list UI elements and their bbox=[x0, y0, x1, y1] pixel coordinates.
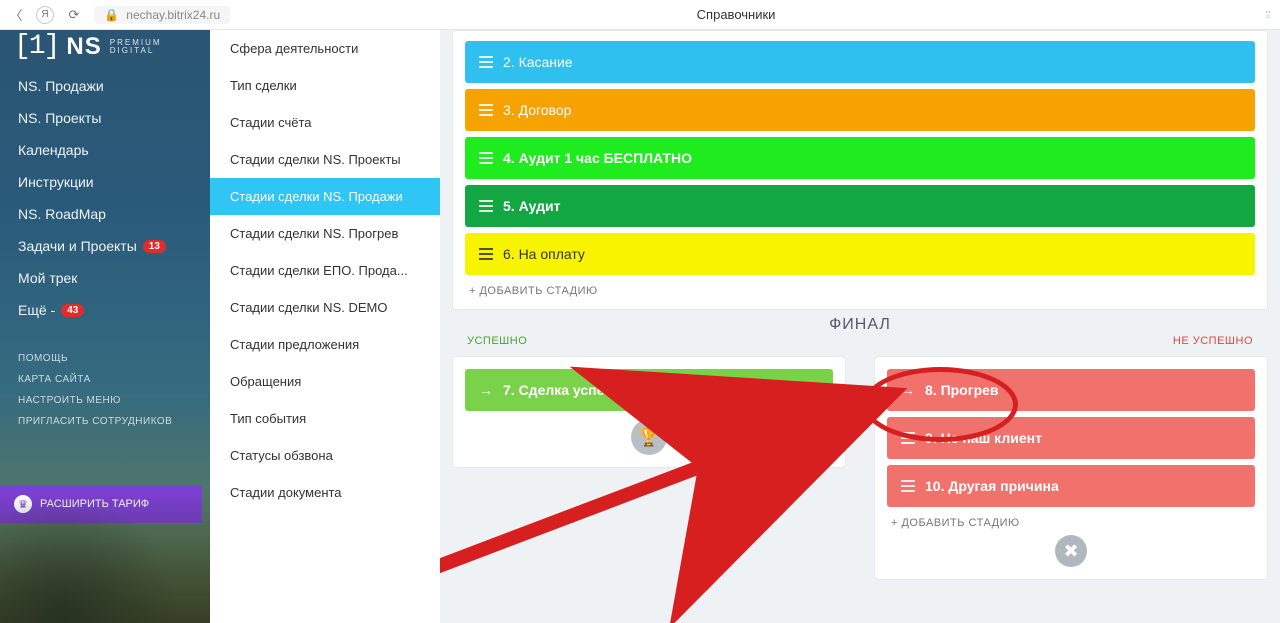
sub-item[interactable]: Стадии предложения bbox=[210, 326, 440, 363]
page-title: Справочники bbox=[230, 7, 1242, 22]
sub-item[interactable]: Стадии сделки NS. Продажи bbox=[210, 178, 440, 215]
reload-icon[interactable]: ⟳ bbox=[66, 7, 82, 23]
nav-item-mytrack[interactable]: Мой трек bbox=[0, 262, 210, 294]
nav-item-instructions[interactable]: Инструкции bbox=[0, 166, 210, 198]
drag-icon[interactable] bbox=[479, 248, 493, 260]
logo[interactable]: [1] NS PREMIUM DIGITAL bbox=[0, 30, 210, 64]
nav-footer: ПОМОЩЬ КАРТА САЙТА НАСТРОИТЬ МЕНЮ ПРИГЛА… bbox=[0, 342, 210, 438]
extend-tariff-button[interactable]: ♛ РАСШИРИТЬ ТАРИФ bbox=[0, 485, 202, 523]
success-label: УСПЕШНО bbox=[467, 335, 527, 347]
sub-item[interactable]: Обращения bbox=[210, 363, 440, 400]
stage-row[interactable]: 5. Аудит bbox=[465, 185, 1255, 227]
sub-item[interactable]: Сфера деятельности bbox=[210, 30, 440, 67]
nav-item-projects[interactable]: NS. Проекты bbox=[0, 102, 210, 134]
url-text: nechay.bitrix24.ru bbox=[126, 8, 220, 22]
stages-main-block: 2. Касание 3. Договор 4. Аудит 1 час БЕСПЛ… bbox=[452, 30, 1268, 310]
drag-icon[interactable] bbox=[479, 200, 493, 212]
trophy-icon: 🏆 bbox=[631, 419, 667, 455]
drag-icon[interactable] bbox=[901, 432, 915, 444]
badge-tasks: 13 bbox=[143, 240, 166, 253]
url-box[interactable]: 🔒 nechay.bitrix24.ru bbox=[94, 6, 230, 24]
stage-label: 5. Аудит bbox=[503, 198, 560, 214]
final-title: ФИНАЛ bbox=[452, 316, 1268, 334]
stage-label: 2. Касание bbox=[503, 54, 573, 70]
lock-icon: 🔒 bbox=[104, 8, 119, 22]
logo-sub2: DIGITAL bbox=[110, 47, 162, 55]
yandex-logo-icon[interactable]: Я bbox=[36, 6, 54, 24]
sub-item[interactable]: Стадии сделки NS. DEMO bbox=[210, 289, 440, 326]
footer-sitemap[interactable]: КАРТА САЙТА bbox=[0, 369, 210, 390]
stage-label: 4. Аудит 1 час БЕСПЛАТНО bbox=[503, 150, 692, 166]
main-sidebar: [1] NS PREMIUM DIGITAL NS. Продажи NS. П… bbox=[0, 30, 210, 623]
sub-item[interactable]: Стадии счёта bbox=[210, 104, 440, 141]
fail-column: НЕ УСПЕШНО →8. Прогрев9. Не наш клиент10… bbox=[874, 356, 1268, 580]
footer-help[interactable]: ПОМОЩЬ bbox=[0, 348, 210, 369]
stage-row-fail[interactable]: → 8. Прогрев bbox=[887, 369, 1255, 411]
stage-label: 7. Сделка успешна bbox=[503, 382, 632, 398]
sub-item[interactable]: Стадии документа bbox=[210, 474, 440, 511]
stage-label: 6. На оплату bbox=[503, 246, 585, 262]
stage-row[interactable]: 3. Договор bbox=[465, 89, 1255, 131]
drag-icon[interactable] bbox=[479, 152, 493, 164]
nav-item-more[interactable]: Ещё -43 bbox=[0, 294, 210, 326]
success-column: УСПЕШНО →7. Сделка успешна 🏆 bbox=[452, 356, 846, 468]
content: 2. Касание 3. Договор 4. Аудит 1 час БЕСПЛ… bbox=[440, 30, 1280, 623]
stage-label: 8. Прогрев bbox=[925, 382, 999, 398]
crown-icon: ♛ bbox=[14, 495, 32, 513]
stage-row-fail[interactable]: 9. Не наш клиент bbox=[887, 417, 1255, 459]
logo-badge: [1] bbox=[14, 31, 58, 62]
add-stage-button[interactable]: + ДОБАВИТЬ СТАДИЮ bbox=[465, 281, 1255, 297]
close-icon: ✖ bbox=[1055, 535, 1087, 567]
stage-row-fail[interactable]: 10. Другая причина bbox=[887, 465, 1255, 507]
drag-icon[interactable] bbox=[479, 104, 493, 116]
stage-label: 3. Договор bbox=[503, 102, 571, 118]
nav-item-roadmap[interactable]: NS. RoadMap bbox=[0, 198, 210, 230]
browser-bar: 〈 Я ⟳ 🔒 nechay.bitrix24.ru Справочники ⍤ bbox=[0, 0, 1280, 30]
stage-row[interactable]: 4. Аудит 1 час БЕСПЛАТНО bbox=[465, 137, 1255, 179]
sub-item[interactable]: Тип события bbox=[210, 400, 440, 437]
drag-icon[interactable] bbox=[479, 56, 493, 68]
sub-item[interactable]: Стадии сделки NS. Прогрев bbox=[210, 215, 440, 252]
footer-invite[interactable]: ПРИГЛАСИТЬ СОТРУДНИКОВ bbox=[0, 411, 210, 432]
add-fail-stage-button[interactable]: + ДОБАВИТЬ СТАДИЮ bbox=[887, 513, 1255, 529]
nav-item-sales[interactable]: NS. Продажи bbox=[0, 70, 210, 102]
sub-item[interactable]: Статусы обзвона bbox=[210, 437, 440, 474]
arrow-icon: → bbox=[479, 382, 493, 398]
stage-label: 9. Не наш клиент bbox=[925, 430, 1042, 446]
stage-row-success[interactable]: → 7. Сделка успешна bbox=[465, 369, 833, 411]
back-icon[interactable]: 〈 bbox=[8, 7, 24, 23]
badge-more: 43 bbox=[61, 304, 84, 317]
stage-label: 10. Другая причина bbox=[925, 478, 1059, 494]
nav-item-calendar[interactable]: Календарь bbox=[0, 134, 210, 166]
extension-icon[interactable]: ⍤ bbox=[1264, 7, 1272, 23]
sub-item[interactable]: Стадии сделки NS. Проекты bbox=[210, 141, 440, 178]
stage-row[interactable]: 2. Касание bbox=[465, 41, 1255, 83]
nav-main: NS. Продажи NS. Проекты Календарь Инстру… bbox=[0, 64, 210, 332]
arrow-icon: → bbox=[901, 382, 915, 398]
nav-item-tasks[interactable]: Задачи и Проекты13 bbox=[0, 230, 210, 262]
logo-name: NS bbox=[66, 33, 101, 61]
footer-configure-menu[interactable]: НАСТРОИТЬ МЕНЮ bbox=[0, 390, 210, 411]
sub-item[interactable]: Тип сделки bbox=[210, 67, 440, 104]
fail-label: НЕ УСПЕШНО bbox=[1173, 335, 1253, 347]
drag-icon[interactable] bbox=[901, 480, 915, 492]
sub-sidebar: Сфера деятельностиТип сделкиСтадии счёта… bbox=[210, 30, 440, 623]
sub-item[interactable]: Стадии сделки ЕПО. Прода... bbox=[210, 252, 440, 289]
stage-row[interactable]: 6. На оплату bbox=[465, 233, 1255, 275]
